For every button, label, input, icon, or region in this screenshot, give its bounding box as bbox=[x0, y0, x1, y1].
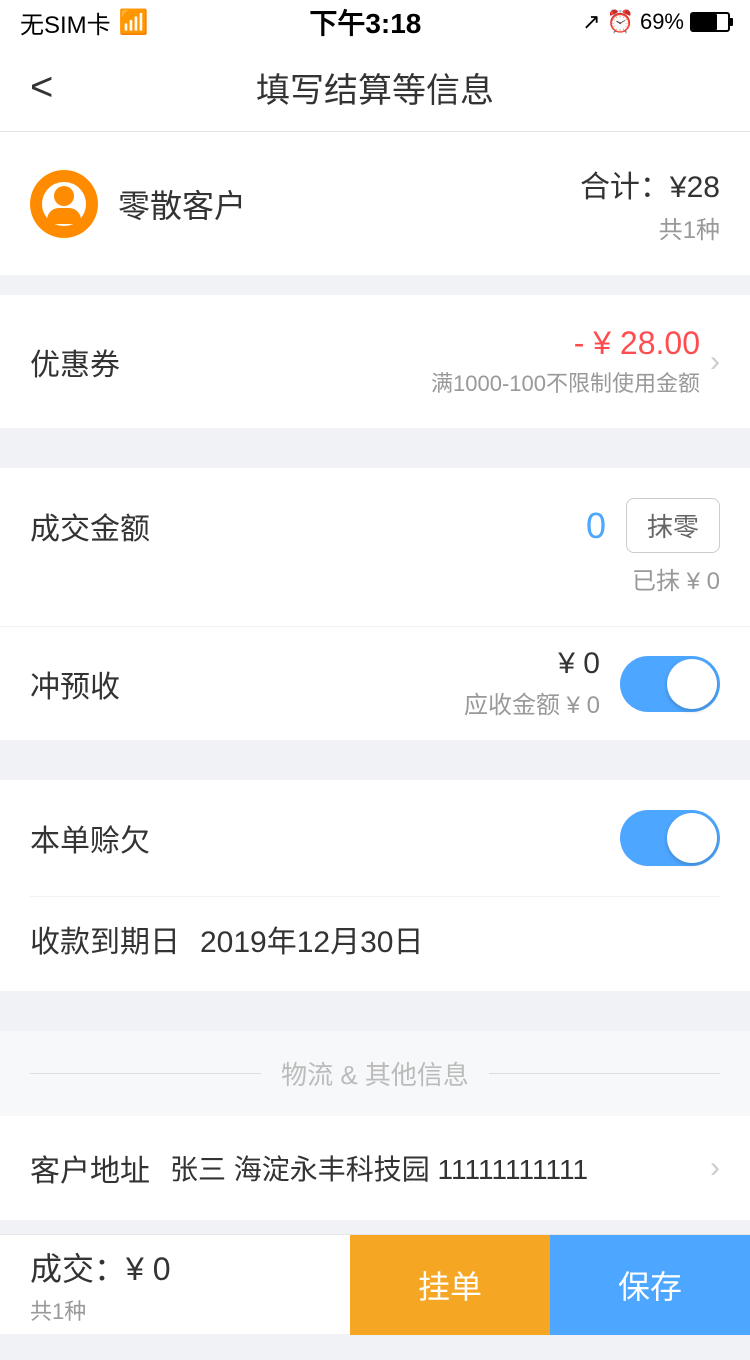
section-divider-1 bbox=[0, 448, 750, 468]
deal-amount-row: 成交金额 0 抹零 已抹 ¥ 0 bbox=[0, 468, 750, 626]
logistics-line-right bbox=[489, 1073, 720, 1074]
duedate-value: 2019年12月30日 bbox=[200, 917, 423, 961]
avatar-inner bbox=[42, 182, 86, 226]
section-divider-3 bbox=[0, 1011, 750, 1031]
bottom-count: 共1种 bbox=[30, 1294, 320, 1326]
prereceive-receivable: 应收金额 ¥ 0 bbox=[464, 685, 600, 720]
duedate-row: 收款到期日 2019年12月30日 bbox=[0, 897, 750, 991]
round-zero-button[interactable]: 抹零 bbox=[626, 498, 720, 553]
pending-button[interactable]: 挂单 bbox=[350, 1235, 550, 1335]
prereceive-right: ¥ 0 应收金额 ¥ 0 bbox=[464, 647, 720, 720]
nav-bar: < 填写结算等信息 bbox=[0, 44, 750, 132]
status-right: ↗ ⏰ 69% bbox=[582, 9, 730, 35]
status-time: 下午3:18 bbox=[309, 2, 421, 42]
customer-summary: 合计：¥28 共1种 bbox=[580, 162, 720, 245]
customer-left: 零散客户 bbox=[30, 170, 246, 238]
section-divider-2 bbox=[0, 760, 750, 780]
customer-name: 零散客户 bbox=[118, 181, 246, 227]
address-value: 张三 海淀永丰科技园 11111111111 bbox=[170, 1148, 710, 1188]
duedate-label: 收款到期日 bbox=[30, 917, 180, 961]
deal-value: 0 bbox=[586, 505, 606, 547]
address-chevron-icon: › bbox=[710, 1151, 720, 1185]
customer-row: 零散客户 合计：¥28 共1种 bbox=[0, 132, 750, 275]
bottom-deal: 成交：¥ 0 bbox=[30, 1244, 320, 1290]
coupon-row[interactable]: 优惠券 - ¥ 28.00 满1000-100不限制使用金额 › bbox=[0, 295, 750, 428]
debt-label: 本单赊欠 bbox=[30, 816, 150, 860]
total-amount: 合计：¥28 bbox=[580, 162, 720, 206]
total-count: 共1种 bbox=[580, 210, 720, 245]
debt-toggle[interactable] bbox=[620, 810, 720, 866]
coupon-label: 优惠券 bbox=[30, 340, 120, 384]
logistics-header: 物流 & 其他信息 bbox=[0, 1031, 750, 1116]
wifi-icon: 📶 bbox=[119, 8, 149, 37]
page-title: 填写结算等信息 bbox=[256, 63, 494, 112]
deal-card: 成交金额 0 抹零 已抹 ¥ 0 冲预收 ¥ 0 应收金额 ¥ 0 bbox=[0, 468, 750, 740]
prereceive-label: 冲预收 bbox=[30, 662, 120, 706]
prereceive-row: 冲预收 ¥ 0 应收金额 ¥ 0 bbox=[0, 626, 750, 740]
debt-card: 本单赊欠 收款到期日 2019年12月30日 bbox=[0, 780, 750, 991]
customer-card: 零散客户 合计：¥28 共1种 bbox=[0, 132, 750, 275]
deal-right: 0 抹零 bbox=[586, 498, 720, 553]
deal-row-top: 成交金额 0 抹零 bbox=[30, 498, 720, 553]
save-button[interactable]: 保存 bbox=[550, 1235, 750, 1335]
bottom-summary: 成交：¥ 0 共1种 bbox=[0, 1244, 350, 1326]
status-left: 无SIM卡 📶 bbox=[20, 5, 149, 40]
prereceive-amount: ¥ 0 bbox=[464, 647, 600, 681]
location-icon: ↗ bbox=[582, 9, 600, 35]
bottom-deal-value: ¥ 0 bbox=[126, 1251, 170, 1287]
battery-percent: 69% bbox=[640, 9, 684, 35]
battery-icon bbox=[690, 12, 730, 32]
deal-label: 成交金额 bbox=[30, 504, 150, 548]
logistics-line-left bbox=[30, 1073, 261, 1074]
coupon-card: 优惠券 - ¥ 28.00 满1000-100不限制使用金额 › bbox=[0, 295, 750, 428]
back-button[interactable]: < bbox=[30, 65, 53, 110]
bottom-bar: 成交：¥ 0 共1种 挂单 保存 bbox=[0, 1234, 750, 1334]
coupon-discount: - ¥ 28.00 bbox=[431, 325, 700, 362]
prereceive-info: ¥ 0 应收金额 ¥ 0 bbox=[464, 647, 600, 720]
toggle-knob bbox=[667, 659, 717, 709]
content: 零散客户 合计：¥28 共1种 优惠券 - ¥ 28.00 满1000-100不… bbox=[0, 132, 750, 1360]
coupon-desc: 满1000-100不限制使用金额 bbox=[431, 366, 700, 398]
no-sim-label: 无SIM卡 bbox=[20, 5, 111, 40]
already-rounded: 已抹 ¥ 0 bbox=[30, 561, 720, 616]
debt-row: 本单赊欠 bbox=[0, 780, 750, 896]
chevron-right-icon: › bbox=[710, 345, 720, 379]
alarm-icon: ⏰ bbox=[607, 9, 634, 35]
prereceive-toggle[interactable] bbox=[620, 656, 720, 712]
address-card: 客户地址 张三 海淀永丰科技园 11111111111 › bbox=[0, 1116, 750, 1220]
bottom-deal-label: 成交： bbox=[30, 1251, 126, 1287]
address-label: 客户地址 bbox=[30, 1146, 150, 1190]
debt-toggle-knob bbox=[667, 813, 717, 863]
avatar bbox=[30, 170, 98, 238]
coupon-info: - ¥ 28.00 满1000-100不限制使用金额 bbox=[431, 325, 700, 398]
logistics-title: 物流 & 其他信息 bbox=[281, 1055, 469, 1092]
address-row[interactable]: 客户地址 张三 海淀永丰科技园 11111111111 › bbox=[0, 1116, 750, 1220]
coupon-right: - ¥ 28.00 满1000-100不限制使用金额 › bbox=[431, 325, 720, 398]
status-bar: 无SIM卡 📶 下午3:18 ↗ ⏰ 69% bbox=[0, 0, 750, 44]
